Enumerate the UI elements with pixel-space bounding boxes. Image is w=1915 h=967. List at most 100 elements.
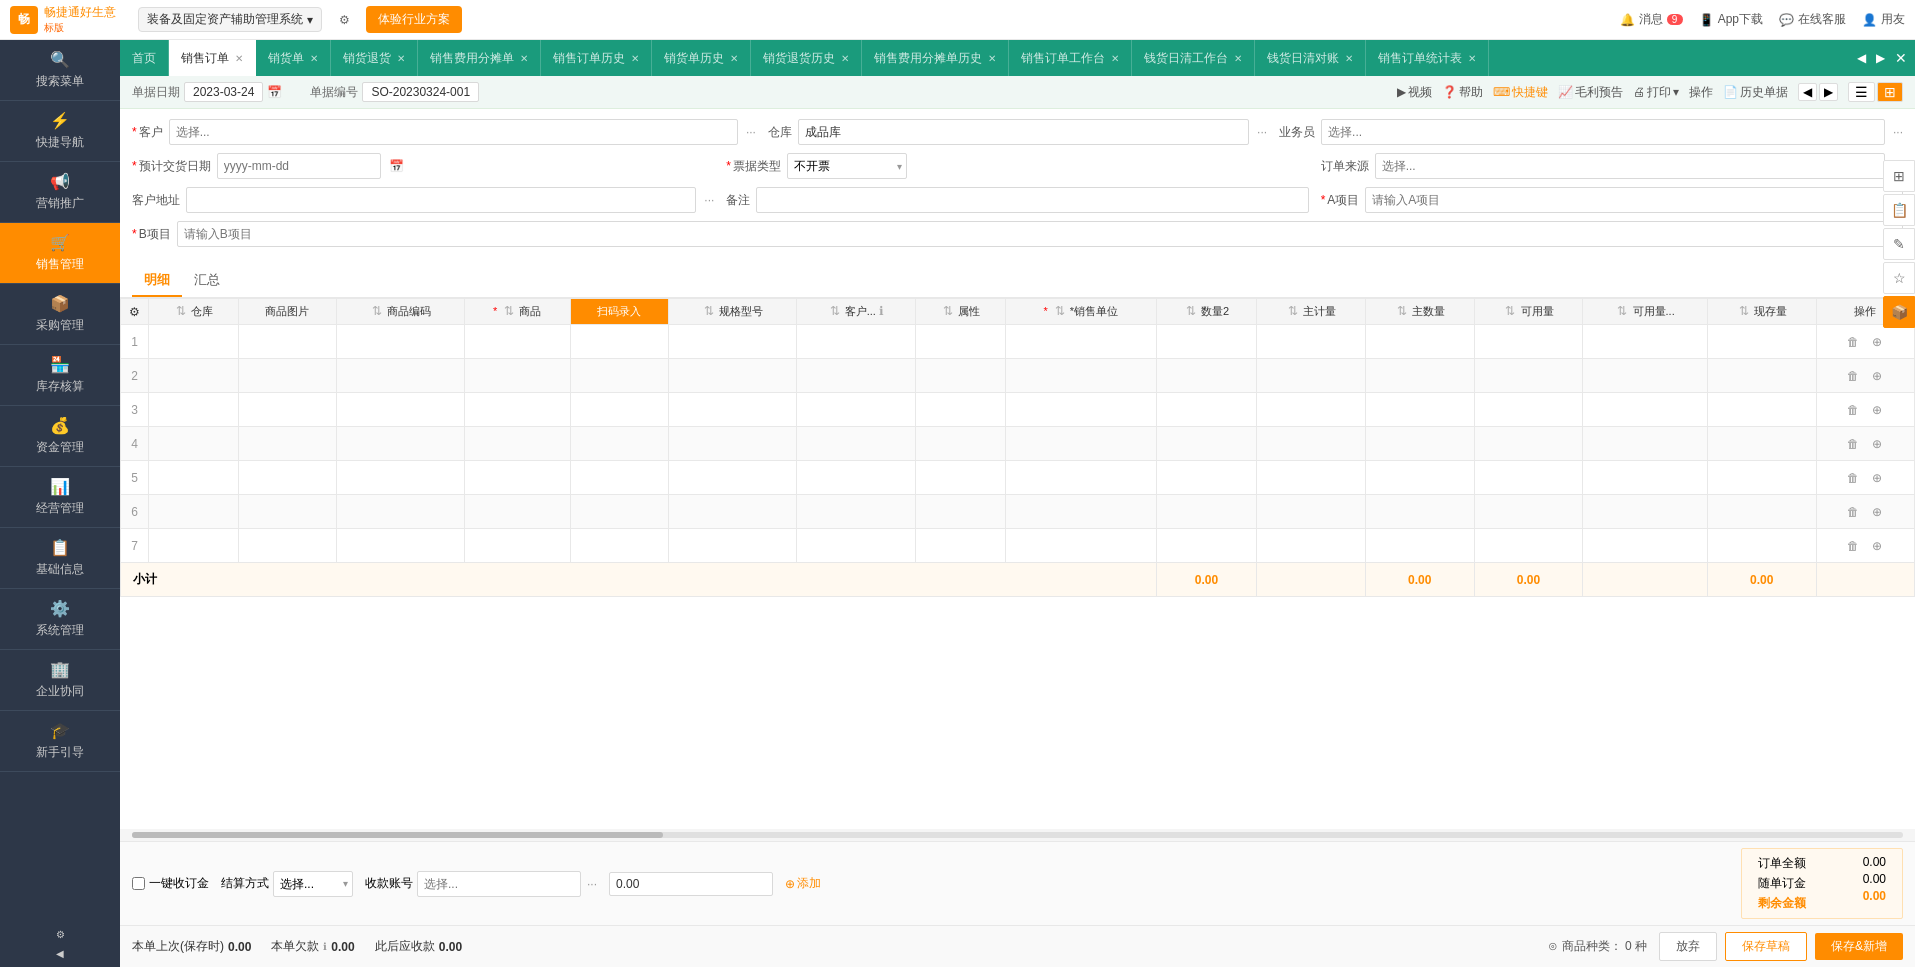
- close-tab-sales-order[interactable]: ✕: [235, 53, 243, 64]
- one-click-settle-checkbox[interactable]: 一键收订金: [132, 875, 209, 892]
- close-tab-expense-history[interactable]: ✕: [988, 53, 996, 64]
- row-stock-cell[interactable]: [1707, 427, 1816, 461]
- customer-more-btn[interactable]: ···: [746, 125, 756, 139]
- row-delete-btn[interactable]: 🗑: [1843, 536, 1863, 556]
- row-attr-cell[interactable]: [915, 393, 1005, 427]
- col-stock-header[interactable]: ⇅ 现存量: [1707, 299, 1816, 325]
- row-mainqty-cell[interactable]: [1365, 393, 1474, 427]
- row-stock-cell[interactable]: [1707, 393, 1816, 427]
- row-code-cell[interactable]: [337, 461, 465, 495]
- app-download[interactable]: 📱 App下载: [1699, 11, 1763, 28]
- row-mainunit-cell[interactable]: [1257, 529, 1366, 563]
- close-tab-order-history[interactable]: ✕: [631, 53, 639, 64]
- close-tab-sales-invoice[interactable]: ✕: [310, 53, 318, 64]
- row-code-cell[interactable]: [337, 325, 465, 359]
- col-qty2-header[interactable]: ⇅ 数量2: [1156, 299, 1256, 325]
- notification-bell[interactable]: 🔔 消息 9: [1620, 11, 1683, 28]
- row-warehouse-cell[interactable]: [149, 529, 239, 563]
- col-main-qty-header[interactable]: ⇅ 主数量: [1365, 299, 1474, 325]
- row-avail-cell[interactable]: [1474, 529, 1583, 563]
- row-attr-cell[interactable]: [915, 461, 1005, 495]
- warehouse-more-btn[interactable]: ···: [1257, 125, 1267, 139]
- user-avatar[interactable]: 👤 用友: [1862, 11, 1905, 28]
- row-avail-cell[interactable]: [1474, 325, 1583, 359]
- row-avail2-cell[interactable]: [1583, 393, 1708, 427]
- row-product-cell[interactable]: [464, 461, 570, 495]
- row-stock-cell[interactable]: [1707, 461, 1816, 495]
- payment-method-select[interactable]: 选择...: [273, 871, 353, 897]
- shortcut-btn[interactable]: ⌨ 快捷键: [1493, 84, 1548, 101]
- row-spec-cell[interactable]: [668, 495, 796, 529]
- row-code-cell[interactable]: [337, 427, 465, 461]
- col-code-header[interactable]: ⇅ 商品编码: [337, 299, 465, 325]
- row-delete-btn[interactable]: 🗑: [1843, 366, 1863, 386]
- row-attr-cell[interactable]: [915, 529, 1005, 563]
- profit-btn[interactable]: 📈 毛利预告: [1558, 84, 1623, 101]
- tab-return-history[interactable]: 销货退货历史 ✕: [751, 40, 862, 76]
- row-avail-cell[interactable]: [1474, 461, 1583, 495]
- row-copy-btn[interactable]: ⊕: [1867, 468, 1887, 488]
- tab-order-stats[interactable]: 销售订单统计表 ✕: [1366, 40, 1489, 76]
- row-spec-cell[interactable]: [668, 325, 796, 359]
- row-avail2-cell[interactable]: [1583, 427, 1708, 461]
- tab-expense-history[interactable]: 销售费用分摊单历史 ✕: [862, 40, 1009, 76]
- row-product-cell[interactable]: [464, 529, 570, 563]
- row-custcode-cell[interactable]: [796, 461, 915, 495]
- side-btn-5[interactable]: 📦: [1883, 296, 1915, 328]
- tab-invoice-history[interactable]: 销货单历史 ✕: [652, 40, 751, 76]
- row-mainunit-cell[interactable]: [1257, 427, 1366, 461]
- row-custcode-cell[interactable]: [796, 427, 915, 461]
- row-qty2-cell[interactable]: [1156, 393, 1256, 427]
- row-avail-cell[interactable]: [1474, 427, 1583, 461]
- row-code-cell[interactable]: [337, 529, 465, 563]
- row-unit-cell[interactable]: [1005, 359, 1156, 393]
- row-spec-cell[interactable]: [668, 461, 796, 495]
- row-warehouse-cell[interactable]: [149, 393, 239, 427]
- row-qty2-cell[interactable]: [1156, 325, 1256, 359]
- invoice-type-select[interactable]: 不开票 普通发票 增值税发票: [787, 153, 907, 179]
- col-attr-header[interactable]: ⇅ 属性: [915, 299, 1005, 325]
- row-custcode-cell[interactable]: [796, 495, 915, 529]
- scroll-thumb[interactable]: [132, 832, 663, 838]
- receipt-account-more-btn[interactable]: ···: [587, 877, 597, 891]
- row-copy-btn[interactable]: ⊕: [1867, 536, 1887, 556]
- col-warehouse-header[interactable]: ⇅ 仓库: [149, 299, 239, 325]
- row-custcode-cell[interactable]: [796, 529, 915, 563]
- view-video-btn[interactable]: ▶ 视频: [1397, 84, 1432, 101]
- settings-icon[interactable]: ⚙: [330, 6, 358, 34]
- receipt-account-input[interactable]: [417, 871, 581, 897]
- tab-summary[interactable]: 汇总: [182, 265, 232, 297]
- row-product-cell[interactable]: [464, 495, 570, 529]
- col-spec-header[interactable]: ⇅ 规格型号: [668, 299, 796, 325]
- row-avail-cell[interactable]: [1474, 393, 1583, 427]
- operation-btn[interactable]: 操作: [1689, 84, 1713, 101]
- side-btn-1[interactable]: ⊞: [1883, 160, 1915, 192]
- customer-input[interactable]: [169, 119, 738, 145]
- tab-prev[interactable]: ◀: [1853, 49, 1870, 67]
- row-qty2-cell[interactable]: [1156, 495, 1256, 529]
- sidebar-collapse-btn[interactable]: ◀: [56, 948, 64, 959]
- tab-sales-invoice[interactable]: 销货单 ✕: [256, 40, 331, 76]
- row-custcode-cell[interactable]: [796, 393, 915, 427]
- sidebar-item-guide[interactable]: 🎓 新手引导: [0, 711, 120, 772]
- row-mainunit-cell[interactable]: [1257, 495, 1366, 529]
- staff-input[interactable]: [1321, 119, 1885, 145]
- row-mainqty-cell[interactable]: [1365, 427, 1474, 461]
- row-attr-cell[interactable]: [915, 495, 1005, 529]
- row-spec-cell[interactable]: [668, 359, 796, 393]
- row-spec-cell[interactable]: [668, 393, 796, 427]
- col-available-header[interactable]: ⇅ 可用量: [1474, 299, 1583, 325]
- close-tab-daily-workbench[interactable]: ✕: [1234, 53, 1242, 64]
- close-tab-return-history[interactable]: ✕: [841, 53, 849, 64]
- address-input[interactable]: [186, 187, 696, 213]
- row-code-cell[interactable]: [337, 495, 465, 529]
- save-draft-button[interactable]: 保存草稿: [1725, 932, 1807, 961]
- row-qty2-cell[interactable]: [1156, 359, 1256, 393]
- scroll-track[interactable]: [132, 832, 1903, 838]
- system-selector[interactable]: 装备及固定资产辅助管理系统 ▾: [138, 7, 322, 32]
- row-attr-cell[interactable]: [915, 427, 1005, 461]
- row-mainqty-cell[interactable]: [1365, 461, 1474, 495]
- row-stock-cell[interactable]: [1707, 359, 1816, 393]
- sidebar-item-basicinfo[interactable]: 📋 基础信息: [0, 528, 120, 589]
- row-copy-btn[interactable]: ⊕: [1867, 502, 1887, 522]
